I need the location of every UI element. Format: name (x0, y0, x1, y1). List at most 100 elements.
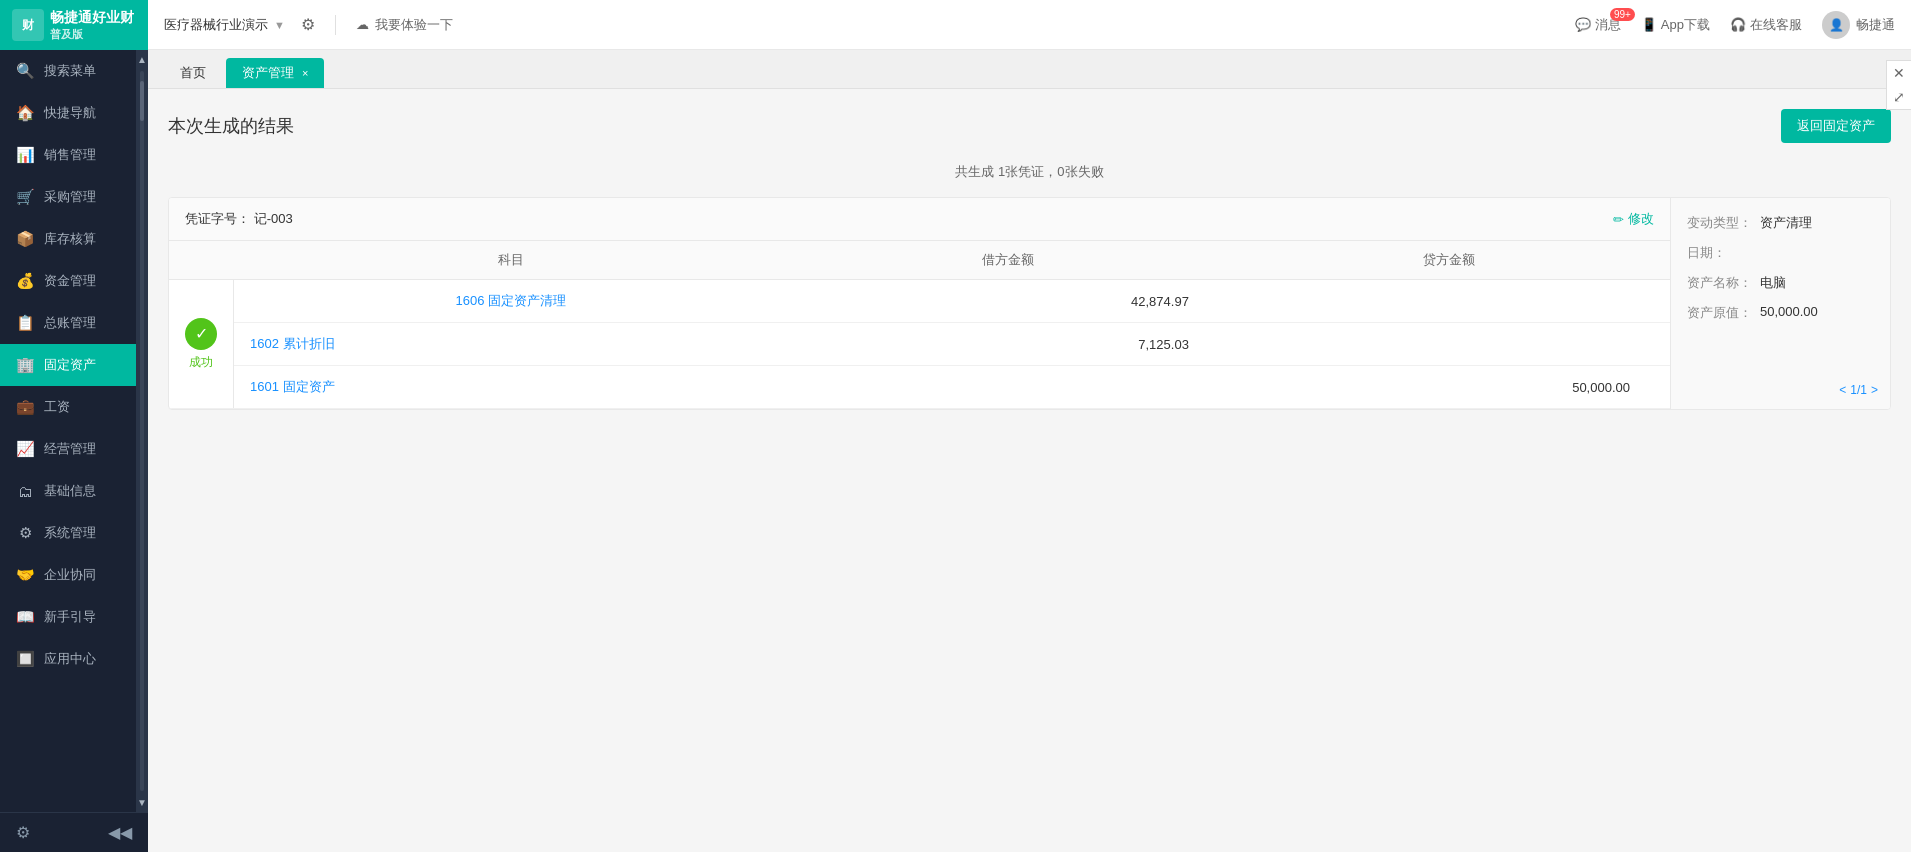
edit-label: 修改 (1628, 210, 1654, 228)
content-area: 首页 资产管理 × 本次生成的结果 返回固定资产 共生成 1张凭证，0张失败 凭… (148, 50, 1911, 852)
tab-bar: 首页 资产管理 × (148, 50, 1911, 89)
debit-1602: 7,125.03 (788, 323, 1229, 366)
debit-1601 (788, 366, 1229, 409)
sidebar-label-fixedasset: 固定资产 (44, 356, 96, 374)
subject-1606[interactable]: 1606 固定资产清理 (234, 280, 788, 323)
summary-text: 共生成 1张凭证，0张失败 (168, 163, 1891, 181)
topbar-online-service[interactable]: 🎧 在线客服 (1730, 16, 1802, 34)
tab-home[interactable]: 首页 (164, 58, 222, 88)
sidebar-item-quicknav[interactable]: 🏠 快捷导航 (0, 92, 136, 134)
sidebar-item-purchase[interactable]: 🛒 采购管理 (0, 176, 136, 218)
collapse-sidebar-icon[interactable]: ◀◀ (108, 823, 132, 842)
topbar-user[interactable]: 👤 畅捷通 (1822, 11, 1895, 39)
table-row: ✓ 成功 1606 固定资产清理 42,874.97 (169, 280, 1670, 323)
debit-1606: 42,874.97 (788, 280, 1229, 323)
scroll-down-arrow[interactable]: ▼ (135, 793, 148, 812)
voucher-no: 凭证字号： 记-003 (185, 210, 293, 228)
bizmanage-icon: 📈 (16, 440, 34, 458)
sidebar-item-sales[interactable]: 📊 销售管理 (0, 134, 136, 176)
sidebar-item-cooperation[interactable]: 🤝 企业协同 (0, 554, 136, 596)
success-label: 成功 (185, 354, 217, 371)
sidebar-label-appcenter: 应用中心 (44, 650, 96, 668)
topbar-experience[interactable]: ☁ 我要体验一下 (356, 16, 453, 34)
company-selector[interactable]: 医疗器械行业演示 ▼ (164, 16, 285, 34)
topbar-settings-icon[interactable]: ⚙ (301, 15, 315, 34)
sidebar-item-guide[interactable]: 📖 新手引导 (0, 596, 136, 638)
tab-close-icon[interactable]: × (302, 67, 308, 79)
return-button[interactable]: 返回固定资产 (1781, 109, 1891, 143)
sidebar-label-quicknav: 快捷导航 (44, 104, 96, 122)
voucher-edit-button[interactable]: ✏ 修改 (1613, 210, 1654, 228)
message-icon: 💬 (1575, 17, 1591, 32)
sidebar-label-search: 搜索菜单 (44, 62, 96, 80)
pagination-prev[interactable]: < (1839, 383, 1846, 397)
change-type-label: 变动类型： (1687, 214, 1752, 232)
sidebar: 财 畅捷通好业财 普及版 🔍 搜索菜单 🏠 快捷导航 📊 销售管理 🛒 采购管理 (0, 0, 148, 852)
topbar-message[interactable]: 💬 消息 99+ (1575, 16, 1621, 34)
side-asset-name: 资产名称： 电脑 (1687, 274, 1874, 292)
date-label: 日期： (1687, 244, 1726, 262)
sidebar-logo: 财 畅捷通好业财 普及版 (0, 0, 148, 50)
company-name: 医疗器械行业演示 (164, 16, 268, 34)
scroll-thumb (140, 81, 144, 121)
sidebar-label-baseinfo: 基础信息 (44, 482, 96, 500)
sidebar-item-inventory[interactable]: 📦 库存核算 (0, 218, 136, 260)
message-badge: 99+ (1610, 8, 1635, 21)
topbar-divider (335, 15, 336, 35)
edit-icon: ✏ (1613, 212, 1624, 227)
change-type-value: 资产清理 (1760, 214, 1812, 232)
search-icon: 🔍 (16, 62, 34, 80)
scroll-up-arrow[interactable]: ▲ (135, 50, 148, 69)
voucher-card: 凭证字号： 记-003 ✏ 修改 科目 (168, 197, 1891, 410)
sidebar-item-appcenter[interactable]: 🔲 应用中心 (0, 638, 136, 680)
sidebar-scrollbar[interactable]: ▲ ▼ (136, 50, 148, 812)
pagination-next[interactable]: > (1871, 383, 1878, 397)
tab-asset-management[interactable]: 资产管理 × (226, 58, 324, 88)
sidebar-item-salary[interactable]: 💼 工资 (0, 386, 136, 428)
sidebar-label-salary: 工资 (44, 398, 70, 416)
tab-active-label: 资产管理 (242, 64, 294, 82)
subject-1601[interactable]: 1601 固定资产 (234, 366, 788, 409)
sidebar-bottom: ⚙ ◀◀ (0, 812, 148, 852)
service-icon: 🎧 (1730, 17, 1746, 32)
page-content: 本次生成的结果 返回固定资产 共生成 1张凭证，0张失败 凭证字号： 记-003… (148, 89, 1911, 852)
col-debit-header: 借方金额 (788, 241, 1229, 280)
sidebar-item-search[interactable]: 🔍 搜索菜单 (0, 50, 136, 92)
subject-1602[interactable]: 1602 累计折旧 (234, 323, 788, 366)
page-title: 本次生成的结果 (168, 114, 294, 138)
topbar-right: 💬 消息 99+ 📱 App下载 🎧 在线客服 👤 畅捷通 (1575, 11, 1895, 39)
credit-1606 (1229, 280, 1670, 323)
table-row: 1602 累计折旧 7,125.03 (169, 323, 1670, 366)
asset-original-value: 50,000.00 (1760, 304, 1818, 322)
sales-icon: 📊 (16, 146, 34, 164)
app-download-label: App下载 (1661, 16, 1710, 34)
credit-1602 (1229, 323, 1670, 366)
sidebar-item-fixedasset[interactable]: 🏢 固定资产 (0, 344, 136, 386)
sidebar-item-ledger[interactable]: 📋 总账管理 (0, 302, 136, 344)
sidebar-item-sysmanage[interactable]: ⚙ 系统管理 (0, 512, 136, 554)
home-icon: 🏠 (16, 104, 34, 122)
panel-expand-button[interactable]: ⤢ (1887, 89, 1911, 109)
success-col-header (169, 241, 234, 280)
topbar: 医疗器械行业演示 ▼ ⚙ ☁ 我要体验一下 💬 消息 99+ 📱 App下载 🎧… (148, 0, 1911, 50)
col-credit-header: 贷方金额 (1229, 241, 1670, 280)
voucher-no-label: 凭证字号： (185, 211, 250, 226)
credit-1601: 50,000.00 (1229, 366, 1670, 409)
inventory-icon: 📦 (16, 230, 34, 248)
side-pagination: < 1/1 > (1839, 383, 1878, 397)
sidebar-item-finance[interactable]: 💰 资金管理 (0, 260, 136, 302)
purchase-icon: 🛒 (16, 188, 34, 206)
ledger-icon: 📋 (16, 314, 34, 332)
side-asset-original: 资产原值： 50,000.00 (1687, 304, 1874, 322)
voucher-main: 凭证字号： 记-003 ✏ 修改 科目 (169, 198, 1670, 409)
voucher-no-value: 记-003 (254, 211, 293, 226)
sidebar-label-sales: 销售管理 (44, 146, 96, 164)
service-label: 在线客服 (1750, 16, 1802, 34)
sidebar-item-baseinfo[interactable]: 🗂 基础信息 (0, 470, 136, 512)
sidebar-item-bizmanage[interactable]: 📈 经营管理 (0, 428, 136, 470)
main-area: 医疗器械行业演示 ▼ ⚙ ☁ 我要体验一下 💬 消息 99+ 📱 App下载 🎧… (148, 0, 1911, 852)
settings-bottom-icon[interactable]: ⚙ (16, 823, 30, 842)
topbar-app-download[interactable]: 📱 App下载 (1641, 16, 1710, 34)
scroll-track (140, 71, 144, 791)
side-change-type: 变动类型： 资产清理 (1687, 214, 1874, 232)
